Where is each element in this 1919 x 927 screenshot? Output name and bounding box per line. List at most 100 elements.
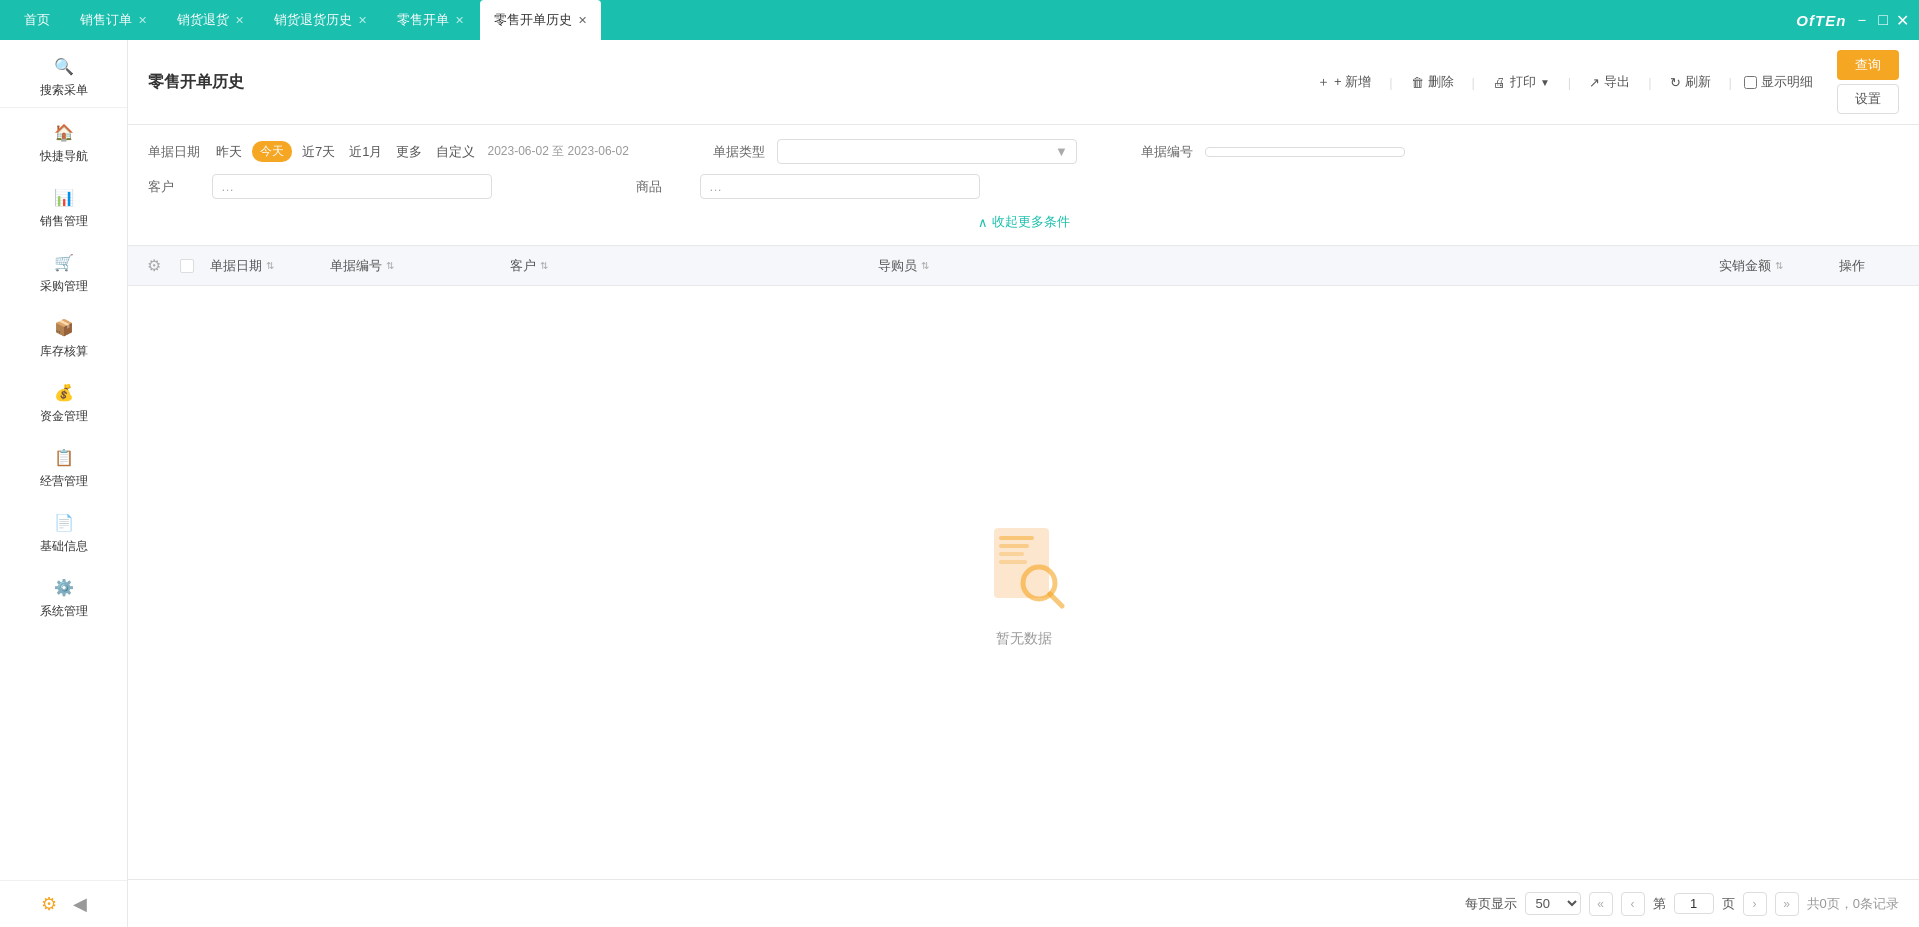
tab-sales-order[interactable]: 销售订单 ✕: [66, 0, 161, 40]
th-docno[interactable]: 单据编号 ⇅: [322, 257, 502, 275]
filter-row-1: 单据日期 昨天 今天 近7天 近1月 更多 自定义 2023-06-02 至 2…: [148, 139, 1899, 164]
tab-home[interactable]: 首页: [10, 0, 64, 40]
sidebar-item-inventory-label: 库存核算: [40, 343, 88, 360]
top-bar: 首页 销售订单 ✕ 销货退货 ✕ 销货退货历史 ✕ 零售开单 ✕ 零售开单历史 …: [0, 0, 1919, 40]
sidebar-item-system[interactable]: ⚙️ 系统管理: [0, 563, 127, 628]
tab-sales-return-history[interactable]: 销货退货历史 ✕: [260, 0, 381, 40]
collapse-icon: ∧: [978, 215, 988, 230]
th-amount-sort-icon: ⇅: [1775, 260, 1783, 271]
th-guide[interactable]: 导购员 ⇅: [870, 257, 990, 275]
empty-icon: [974, 518, 1074, 618]
sidebar-item-quick-nav[interactable]: 🏠 快捷导航: [0, 108, 127, 173]
print-icon: 🖨: [1493, 75, 1506, 90]
tab-sales-return[interactable]: 销货退货 ✕: [163, 0, 258, 40]
last-page-btn[interactable]: »: [1775, 892, 1799, 916]
tab-retail-open-close[interactable]: ✕: [455, 14, 464, 27]
refresh-icon: ↻: [1670, 75, 1681, 90]
th-customer-sort-icon: ⇅: [540, 260, 548, 271]
th-amount[interactable]: 实销金额 ⇅: [1711, 257, 1831, 275]
sidebar-search-label: 搜索采单: [40, 82, 88, 99]
sidebar-item-basic-info[interactable]: 📄 基础信息: [0, 498, 127, 563]
next-page-btn[interactable]: ›: [1743, 892, 1767, 916]
customer-input[interactable]: …: [212, 174, 492, 199]
product-input[interactable]: …: [700, 174, 980, 199]
sidebar-item-sales-mgmt[interactable]: 📊 销售管理: [0, 173, 127, 238]
table-settings-icon[interactable]: ⚙: [136, 256, 172, 275]
add-button[interactable]: ＋ + 新增: [1311, 69, 1377, 95]
date-opt-1month[interactable]: 近1月: [345, 141, 386, 163]
display-toggle[interactable]: 显示明细: [1744, 73, 1813, 91]
pagination: 每页显示 50 20 100 « ‹ 第 页 › » 共0页，0条记录: [128, 879, 1919, 927]
setting-button[interactable]: 设置: [1837, 84, 1899, 114]
inventory-icon: 📦: [50, 313, 78, 341]
print-button[interactable]: 🖨 打印 ▼: [1487, 69, 1556, 95]
date-filter-label: 单据日期: [148, 143, 204, 161]
empty-text: 暂无数据: [996, 630, 1052, 648]
brand-name: OfTEn: [1796, 12, 1846, 29]
th-date-label: 单据日期: [210, 257, 262, 275]
table-select-all[interactable]: [172, 259, 202, 273]
sidebar: 🔍 搜索采单 🏠 快捷导航 📊 销售管理 🛒 采购管理 📦 库存核算 💰 资金管…: [0, 40, 128, 927]
date-opt-today[interactable]: 今天: [252, 141, 292, 162]
first-page-btn[interactable]: «: [1589, 892, 1613, 916]
filter-area: 单据日期 昨天 今天 近7天 近1月 更多 自定义 2023-06-02 至 2…: [128, 125, 1919, 246]
export-button[interactable]: ↗ 导出: [1583, 69, 1636, 95]
date-options: 昨天 今天 近7天 近1月 更多 自定义: [212, 141, 479, 163]
th-docno-label: 单据编号: [330, 257, 382, 275]
page-number-input[interactable]: [1674, 893, 1714, 914]
maximize-btn[interactable]: □: [1878, 11, 1888, 29]
close-btn[interactable]: ✕: [1896, 11, 1909, 30]
sidebar-item-finance[interactable]: 💰 资金管理: [0, 368, 127, 433]
th-customer[interactable]: 客户 ⇅: [502, 257, 870, 275]
content-area: 零售开单历史 ＋ + 新增 | 🗑 删除 | 🖨 打印 ▼ |: [128, 40, 1919, 927]
select-all-checkbox[interactable]: [180, 259, 194, 273]
date-opt-more[interactable]: 更多: [392, 141, 426, 163]
th-docno-sort-icon: ⇅: [386, 260, 394, 271]
tab-retail-open-history[interactable]: 零售开单历史 ✕: [480, 0, 601, 40]
page-size-select[interactable]: 50 20 100: [1525, 892, 1581, 915]
tab-retail-open-label: 零售开单: [397, 11, 449, 29]
table-header: ⚙ 单据日期 ⇅ 单据编号 ⇅ 客户 ⇅ 导购员 ⇅: [128, 246, 1919, 286]
empty-state: 暂无数据: [128, 286, 1919, 879]
tab-sales-return-history-close[interactable]: ✕: [358, 14, 367, 27]
tab-sales-order-label: 销售订单: [80, 11, 132, 29]
settings-bottom-icon[interactable]: ⚙: [41, 893, 57, 915]
sidebar-item-inventory[interactable]: 📦 库存核算: [0, 303, 127, 368]
customer-dots: …: [221, 179, 234, 194]
query-button[interactable]: 查询: [1837, 50, 1899, 80]
prev-page-btn[interactable]: ‹: [1621, 892, 1645, 916]
sales-mgmt-icon: 📊: [50, 183, 78, 211]
tab-retail-open-history-close[interactable]: ✕: [578, 14, 587, 27]
export-icon: ↗: [1589, 75, 1600, 90]
delete-label: 删除: [1428, 73, 1454, 91]
display-checkbox[interactable]: [1744, 76, 1757, 89]
refresh-button[interactable]: ↻ 刷新: [1664, 69, 1717, 95]
main-layout: 🔍 搜索采单 🏠 快捷导航 📊 销售管理 🛒 采购管理 📦 库存核算 💰 资金管…: [0, 40, 1919, 927]
doc-type-label: 单据类型: [713, 143, 769, 161]
sidebar-item-purchase-mgmt[interactable]: 🛒 采购管理: [0, 238, 127, 303]
tab-retail-open[interactable]: 零售开单 ✕: [383, 0, 478, 40]
delete-button[interactable]: 🗑 删除: [1405, 69, 1460, 95]
th-date[interactable]: 单据日期 ⇅: [202, 257, 322, 275]
doc-no-input[interactable]: [1205, 147, 1405, 157]
export-label: 导出: [1604, 73, 1630, 91]
tab-sales-order-close[interactable]: ✕: [138, 14, 147, 27]
tab-sales-return-history-label: 销货退货历史: [274, 11, 352, 29]
date-opt-custom[interactable]: 自定义: [432, 141, 479, 163]
minimize-btn[interactable]: －: [1854, 10, 1870, 31]
doc-type-select[interactable]: ▼: [777, 139, 1077, 164]
svg-rect-1: [999, 536, 1034, 540]
tab-home-label: 首页: [24, 11, 50, 29]
th-guide-label: 导购员: [878, 257, 917, 275]
th-action: 操作: [1831, 257, 1911, 275]
date-opt-yesterday[interactable]: 昨天: [212, 141, 246, 163]
sidebar-search[interactable]: 🔍 搜索采单: [0, 40, 127, 108]
collapse-filter-btn[interactable]: ∧ 收起更多条件: [148, 209, 1899, 235]
tab-sales-return-close[interactable]: ✕: [235, 14, 244, 27]
date-opt-7days[interactable]: 近7天: [298, 141, 339, 163]
collapse-sidebar-icon[interactable]: ◀: [73, 893, 87, 915]
th-action-label: 操作: [1839, 257, 1865, 275]
print-dropdown-icon: ▼: [1540, 77, 1550, 88]
sidebar-item-operations[interactable]: 📋 经营管理: [0, 433, 127, 498]
page-actions: ＋ + 新增 | 🗑 删除 | 🖨 打印 ▼ | ↗ 导出: [1311, 50, 1899, 114]
